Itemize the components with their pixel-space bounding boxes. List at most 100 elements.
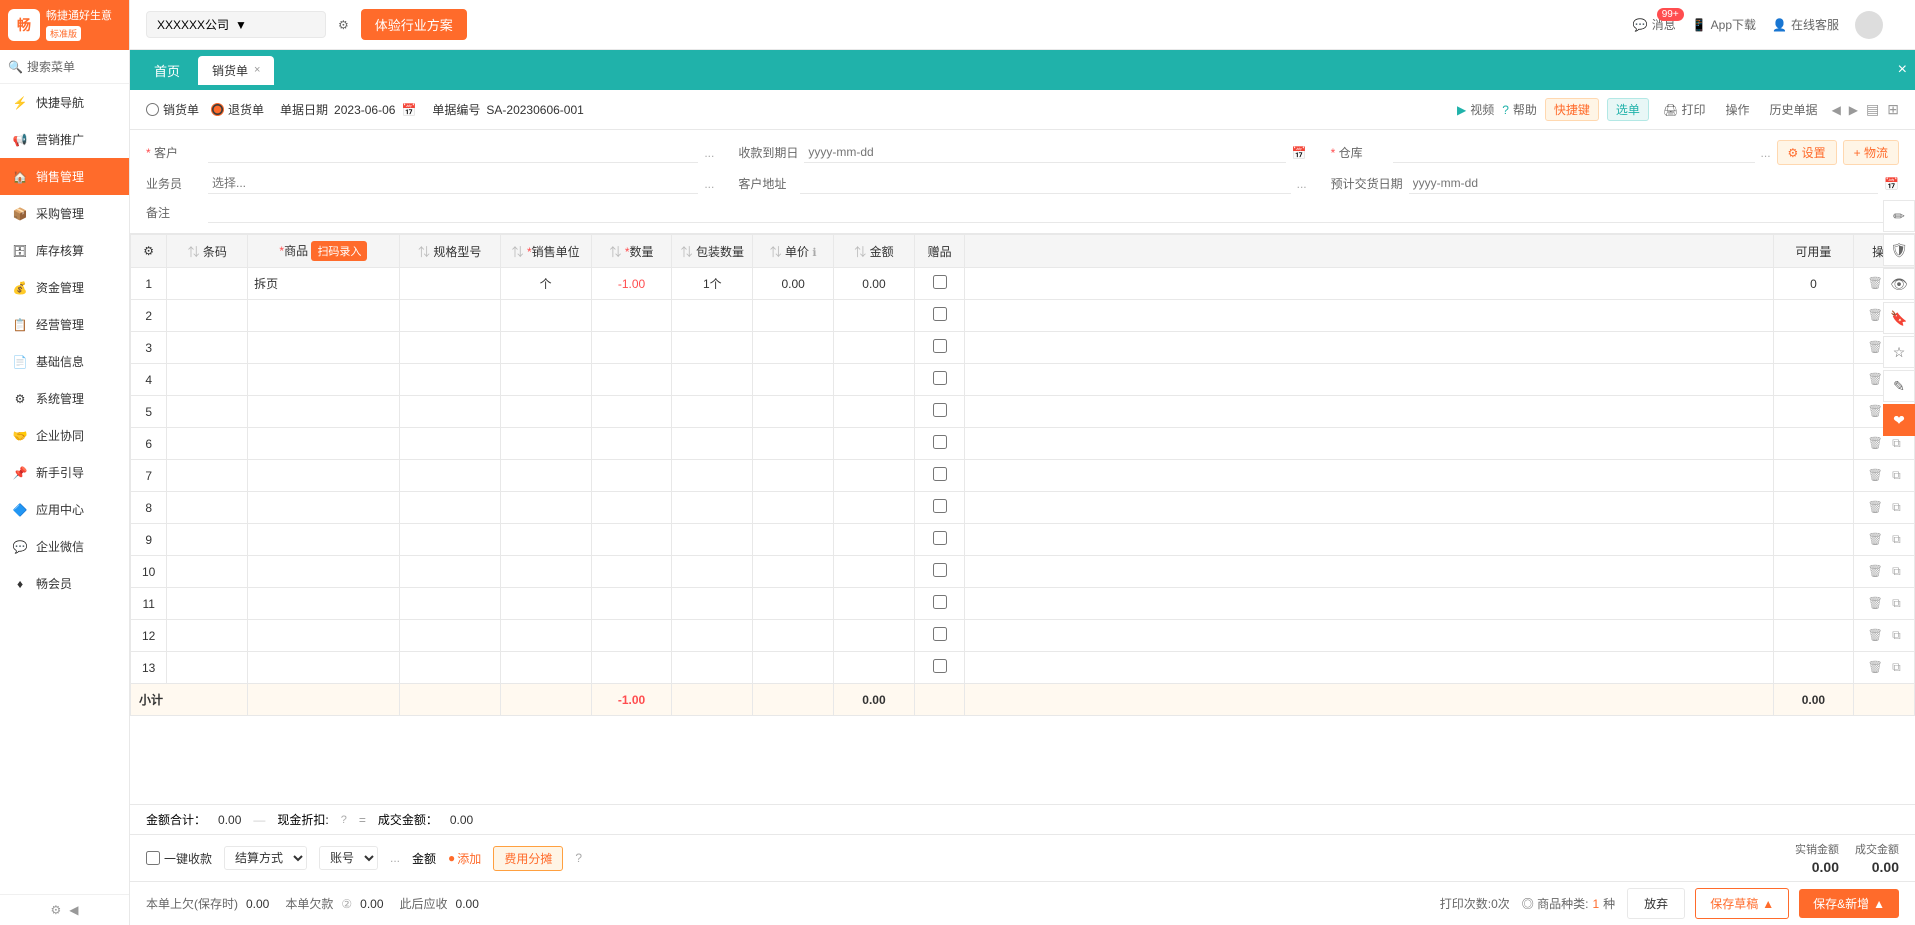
fee-split-btn[interactable]: 费用分摊 [493, 846, 563, 871]
nav-prev-btn[interactable]: ◀ [1832, 103, 1841, 117]
sidebar-item-purchase[interactable]: 📦 采购管理 [0, 195, 129, 232]
row-copy-btn[interactable]: ⧉ [1889, 596, 1904, 610]
online-service-btn[interactable]: 👤 在线客服 [1772, 16, 1839, 33]
select-btn[interactable]: 选单 [1607, 98, 1649, 121]
row-delete-btn[interactable]: 🗑 [1865, 500, 1886, 514]
sidebar-item-wechat[interactable]: 💬 企业微信 [0, 528, 129, 565]
row-barcode-9[interactable] [167, 524, 248, 556]
float-orange-btn[interactable]: ❤ [1883, 404, 1915, 436]
radio-sale[interactable]: 销货单 [146, 101, 199, 118]
row-spec-5[interactable] [399, 396, 500, 428]
row-spec-6[interactable] [399, 428, 500, 460]
customer-dots[interactable]: ... [704, 146, 714, 160]
sidebar-item-operations[interactable]: 📋 经营管理 [0, 306, 129, 343]
sidebar-collapse-btn[interactable]: ◀ [69, 903, 78, 917]
warehouse-dots[interactable]: ... [1761, 146, 1771, 160]
app-download-btn[interactable]: 📱 App下载 [1692, 16, 1756, 33]
row-copy-btn[interactable]: ⧉ [1889, 468, 1904, 482]
scan-btn[interactable]: 扫码录入 [311, 241, 367, 261]
message-btn[interactable]: 💬 消息 99+ [1633, 16, 1676, 33]
row-gift-10[interactable] [914, 556, 965, 588]
row-copy-btn[interactable]: ⧉ [1889, 500, 1904, 514]
address-input[interactable] [800, 173, 1290, 194]
sidebar-item-appstore[interactable]: 🔷 应用中心 [0, 491, 129, 528]
row-barcode-12[interactable] [167, 620, 248, 652]
sidebar-item-base[interactable]: 📄 基础信息 [0, 343, 129, 380]
logistics-btn[interactable]: + 物流 [1843, 140, 1899, 165]
video-btn[interactable]: ▶ 视频 [1457, 101, 1494, 118]
row-barcode-2[interactable] [167, 300, 248, 332]
row-barcode-13[interactable] [167, 652, 248, 684]
row-copy-btn[interactable]: ⧉ [1889, 660, 1904, 674]
trial-btn[interactable]: 体验行业方案 [361, 9, 467, 40]
salesman-input[interactable] [208, 173, 698, 194]
radio-sale-input[interactable] [146, 103, 159, 116]
tab-home[interactable]: 首页 [138, 53, 196, 88]
save-draft-btn[interactable]: 保存草稿 ▲ [1695, 888, 1789, 919]
one-key-payment-label[interactable]: 一键收款 [146, 850, 212, 867]
sidebar-item-guide[interactable]: 📌 新手引导 [0, 454, 129, 491]
row-barcode-7[interactable] [167, 460, 248, 492]
sidebar-item-enterprise[interactable]: 🤝 企业协同 [0, 417, 129, 454]
salesman-dots[interactable]: ... [704, 177, 714, 191]
row-gift-12[interactable] [914, 620, 965, 652]
float-bookmark-btn[interactable]: 🔖 [1883, 302, 1915, 334]
row-barcode-11[interactable] [167, 588, 248, 620]
row-copy-btn[interactable]: ⧉ [1889, 532, 1904, 546]
row-spec-7[interactable] [399, 460, 500, 492]
delivery-calendar-icon[interactable]: 📅 [1884, 177, 1899, 191]
sidebar-item-finance[interactable]: 💰 资金管理 [0, 269, 129, 306]
row-delete-btn[interactable]: 🗑 [1865, 436, 1886, 450]
row-spec-9[interactable] [399, 524, 500, 556]
nav-next-btn[interactable]: ▶ [1849, 103, 1858, 117]
layout1-btn[interactable]: ▤ [1866, 101, 1879, 118]
row-gift-13[interactable] [914, 652, 965, 684]
payment-method-select[interactable]: 结算方式 [224, 846, 307, 870]
row-barcode-3[interactable] [167, 332, 248, 364]
address-dots[interactable]: ... [1297, 177, 1307, 191]
warehouse-input[interactable]: 建材仓 [1393, 142, 1755, 163]
row-gift-11[interactable] [914, 588, 965, 620]
sidebar-item-member[interactable]: ♦ 畅会员 [0, 565, 129, 602]
row-gift-1[interactable] [914, 268, 965, 300]
sidebar-item-marketing[interactable]: 📢 营销推广 [0, 121, 129, 158]
layout2-btn[interactable]: ⊞ [1887, 101, 1899, 118]
row-spec-13[interactable] [399, 652, 500, 684]
row-spec-3[interactable] [399, 332, 500, 364]
row-gift-4[interactable] [914, 364, 965, 396]
row-delete-btn[interactable]: 🗑 [1865, 596, 1886, 610]
row-delete-btn[interactable]: 🗑 [1865, 468, 1886, 482]
sidebar-item-sales[interactable]: 🏠 销售管理 [0, 158, 129, 195]
table-container[interactable]: ⚙ ⇅ 条码 *商品 扫码录入 ⇅ 规格型号 ⇅ *销售单位 ⇅ *数量 ⇅ 包… [130, 234, 1915, 804]
row-spec-4[interactable] [399, 364, 500, 396]
sidebar-settings-btn[interactable]: ⚙ [51, 903, 62, 917]
discard-btn[interactable]: 放弃 [1627, 888, 1685, 919]
float-star-btn[interactable]: ☆ [1883, 336, 1915, 368]
customer-input[interactable] [208, 142, 698, 163]
settings-btn[interactable]: ⚙ 设置 [1777, 140, 1837, 165]
one-key-checkbox[interactable] [146, 851, 160, 865]
tabbar-close-btn[interactable]: × [1898, 61, 1907, 79]
tab-sales-order[interactable]: 销货单 × [198, 56, 274, 85]
row-spec-10[interactable] [399, 556, 500, 588]
row-spec-1[interactable] [399, 268, 500, 300]
row-gift-2[interactable] [914, 300, 965, 332]
row-spec-2[interactable] [399, 300, 500, 332]
float-eye-btn[interactable]: 👁 [1883, 268, 1915, 300]
payment-account-select[interactable]: 账号 [319, 846, 378, 870]
row-copy-btn[interactable]: ⧉ [1889, 436, 1904, 450]
float-pencil-btn[interactable]: ✎ [1883, 370, 1915, 402]
row-delete-btn[interactable]: 🗑 [1865, 564, 1886, 578]
calendar-icon[interactable]: 📅 [401, 103, 416, 117]
float-shield-btn[interactable]: 🛡 [1883, 234, 1915, 266]
sidebar-item-quick-nav[interactable]: ⚡ 快捷导航 [0, 84, 129, 121]
radio-return-input[interactable] [211, 103, 224, 116]
op-btn[interactable]: 操作 [1720, 99, 1756, 120]
row-gift-3[interactable] [914, 332, 965, 364]
help-btn[interactable]: ? 帮助 [1502, 101, 1537, 118]
company-selector[interactable]: XXXXXX公司 ▼ [146, 11, 326, 38]
radio-return[interactable]: 退货单 [211, 101, 264, 118]
row-barcode-1[interactable] [167, 268, 248, 300]
tab-close-btn[interactable]: × [254, 64, 260, 76]
row-barcode-6[interactable] [167, 428, 248, 460]
